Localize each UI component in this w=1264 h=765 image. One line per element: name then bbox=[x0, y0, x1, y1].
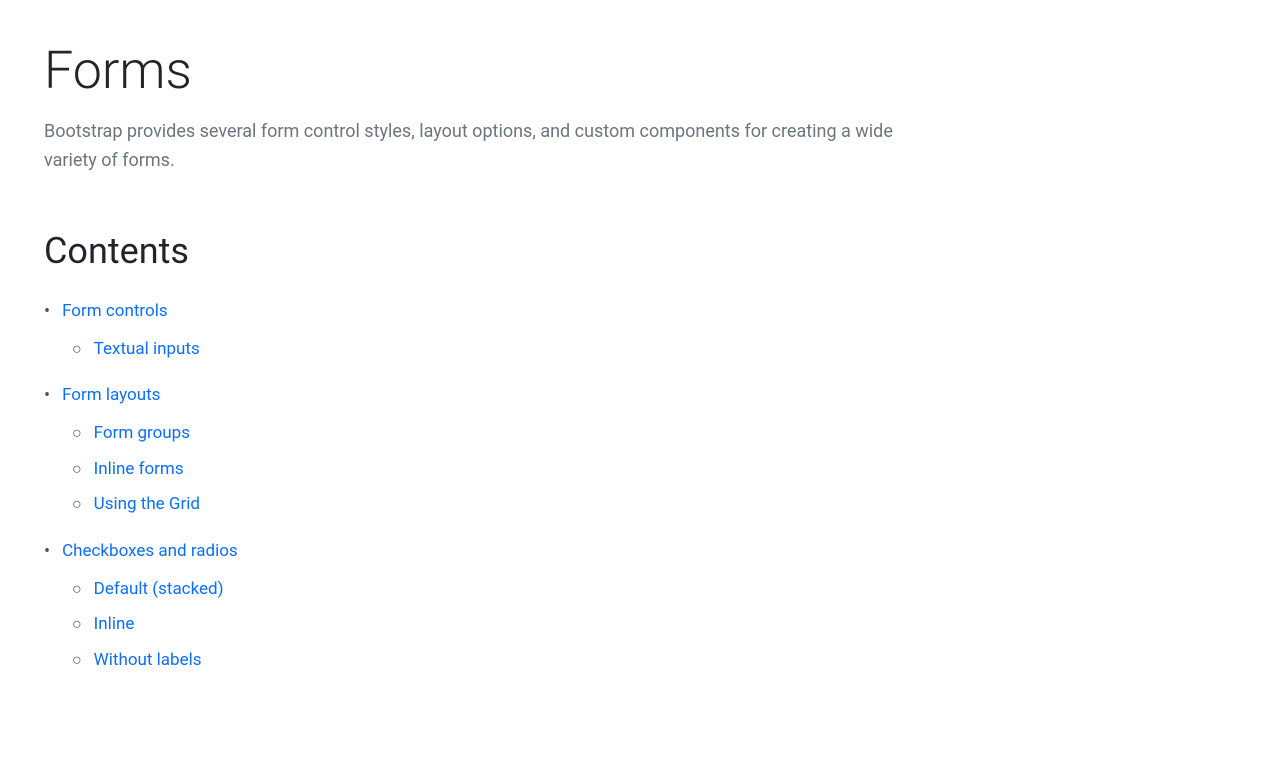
link-form-controls[interactable]: Form controls bbox=[62, 299, 168, 325]
open-bullet-icon: ○ bbox=[72, 337, 82, 361]
contents-item-without-labels: ○ Without labels bbox=[72, 648, 224, 674]
open-bullet-icon: ○ bbox=[72, 577, 82, 601]
contents-item-form-controls: • Form controls ○ Textual inputs bbox=[44, 298, 1220, 373]
contents-item-form-groups: ○ Form groups bbox=[72, 421, 200, 447]
open-bullet-icon: ○ bbox=[72, 612, 82, 636]
link-inline-forms[interactable]: Inline forms bbox=[94, 457, 184, 483]
contents-item-using-the-grid: ○ Using the Grid bbox=[72, 492, 200, 518]
page-description: Bootstrap provides several form control … bbox=[44, 118, 944, 176]
link-default-stacked[interactable]: Default (stacked) bbox=[94, 577, 224, 603]
link-form-layouts[interactable]: Form layouts bbox=[62, 383, 160, 409]
contents-item-checkboxes-and-radios: • Checkboxes and radios ○ Default (stacked)… bbox=[44, 538, 1220, 684]
link-textual-inputs[interactable]: Textual inputs bbox=[94, 337, 200, 363]
bullet-icon: • bbox=[44, 298, 50, 325]
sub-list-form-controls: ○ Textual inputs bbox=[72, 337, 200, 363]
contents-item-default-stacked: ○ Default (stacked) bbox=[72, 577, 224, 603]
contents-item-form-layouts: • Form layouts ○ Form groups ○ Inline forms ○ U… bbox=[44, 382, 1220, 528]
contents-list: • Form controls ○ Textual inputs • Form layou… bbox=[44, 298, 1220, 684]
link-inline[interactable]: Inline bbox=[94, 612, 135, 638]
contents-heading: Contents bbox=[44, 224, 1220, 278]
link-checkboxes-and-radios[interactable]: Checkboxes and radios bbox=[62, 539, 238, 565]
open-bullet-icon: ○ bbox=[72, 492, 82, 516]
contents-item-inline-forms: ○ Inline forms bbox=[72, 457, 200, 483]
sub-list-checkboxes-and-radios: ○ Default (stacked) ○ Inline ○ Without labels bbox=[72, 577, 224, 674]
open-bullet-icon: ○ bbox=[72, 421, 82, 445]
open-bullet-icon: ○ bbox=[72, 648, 82, 672]
bullet-icon: • bbox=[44, 538, 50, 565]
bullet-icon: • bbox=[44, 382, 50, 409]
link-without-labels[interactable]: Without labels bbox=[94, 648, 202, 674]
contents-item-textual-inputs: ○ Textual inputs bbox=[72, 337, 200, 363]
page-title: Forms bbox=[44, 40, 1220, 102]
link-using-the-grid[interactable]: Using the Grid bbox=[94, 492, 200, 518]
link-form-groups[interactable]: Form groups bbox=[94, 421, 190, 447]
open-bullet-icon: ○ bbox=[72, 457, 82, 481]
contents-item-inline: ○ Inline bbox=[72, 612, 224, 638]
sub-list-form-layouts: ○ Form groups ○ Inline forms ○ Using the Grid bbox=[72, 421, 200, 518]
